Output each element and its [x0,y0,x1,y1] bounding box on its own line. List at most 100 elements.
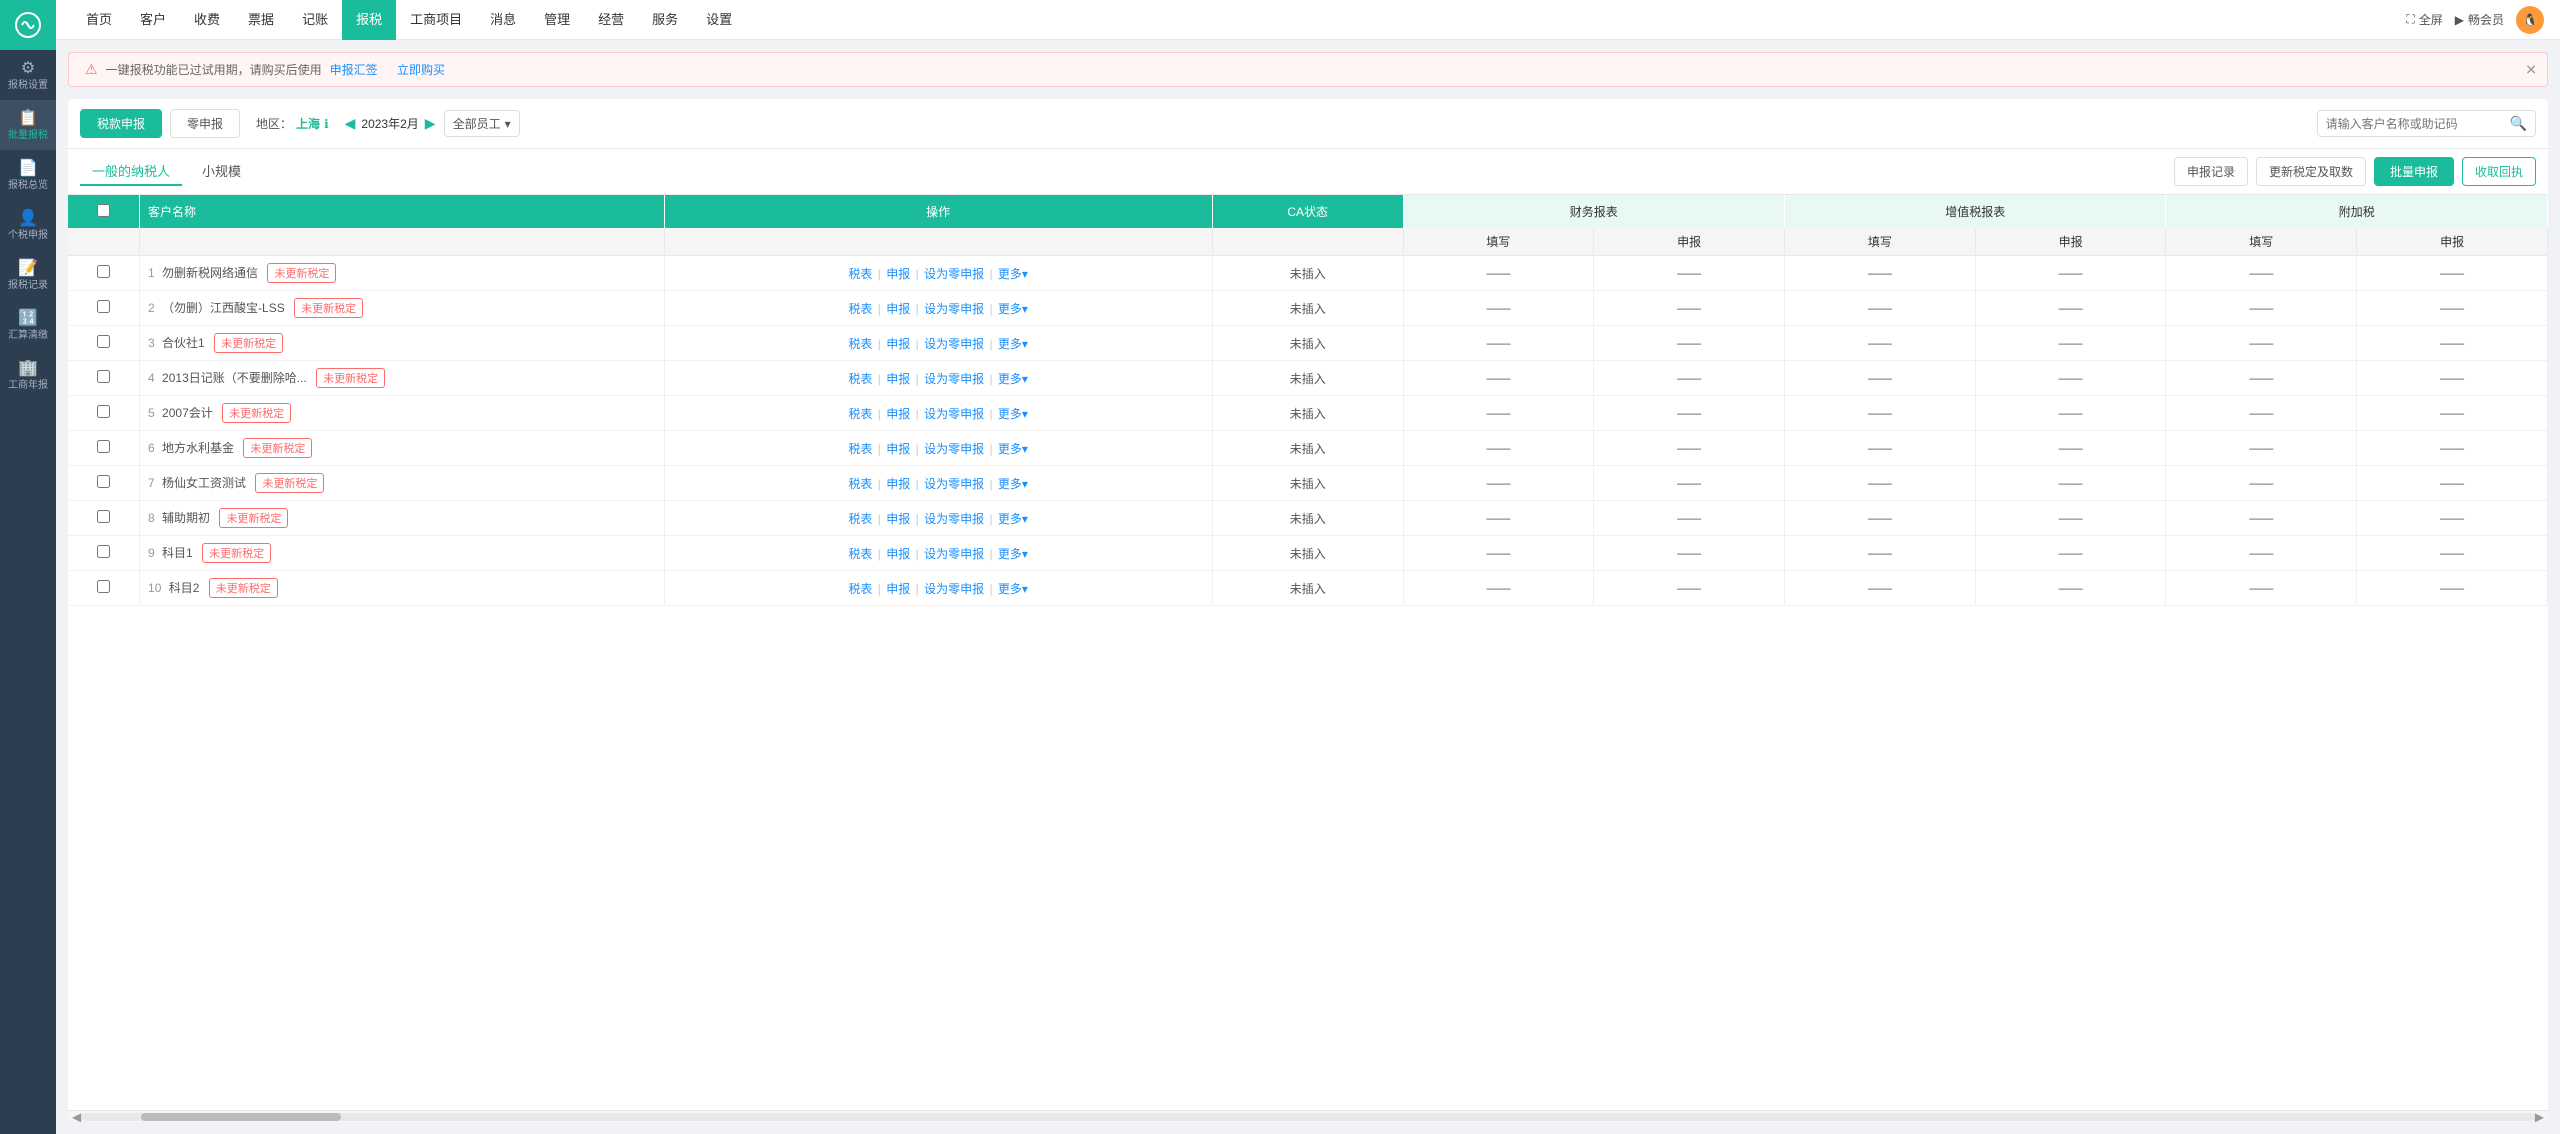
row-op-zero-4[interactable]: 设为零申报 [924,407,984,421]
row-select-4[interactable] [97,405,110,418]
row-op-zero-0[interactable]: 设为零申报 [924,267,984,281]
search-input[interactable] [2326,117,2506,131]
nav-operations[interactable]: 经营 [584,0,638,40]
tab-small-scale[interactable]: 小规模 [190,157,253,186]
row-select-8[interactable] [97,545,110,558]
row-op-more-0[interactable]: 更多▾ [998,267,1028,281]
row-checkbox-5[interactable] [68,431,140,466]
avatar[interactable]: 🐧 [2516,6,2544,34]
row-checkbox-9[interactable] [68,571,140,606]
scroll-thumb[interactable] [141,1113,341,1121]
date-next-button[interactable]: ▶ [425,115,436,132]
row-select-2[interactable] [97,335,110,348]
nav-business[interactable]: 工商项目 [396,0,476,40]
row-op-zero-5[interactable]: 设为零申报 [924,442,984,456]
row-op-tax-table-2[interactable]: 税表 [848,337,872,351]
nav-clients[interactable]: 客户 [126,0,180,40]
nav-accounting[interactable]: 记账 [288,0,342,40]
staff-filter[interactable]: 全部员工 ▾ [444,110,520,137]
scroll-right-arrow[interactable]: ▶ [2535,1110,2544,1123]
row-op-declare-4[interactable]: 申报 [886,407,910,421]
row-op-tax-table-1[interactable]: 税表 [848,302,872,316]
btn-declaration-record[interactable]: 申报记录 [2174,157,2248,186]
row-op-declare-8[interactable]: 申报 [886,547,910,561]
row-checkbox-6[interactable] [68,466,140,501]
sidebar-item-business-annual[interactable]: 🏢 工商年报 [0,350,56,400]
row-select-0[interactable] [97,265,110,278]
row-checkbox-8[interactable] [68,536,140,571]
btn-update-tax[interactable]: 更新税定及取数 [2256,157,2366,186]
scroll-left-arrow[interactable]: ◀ [72,1110,81,1123]
nav-messages[interactable]: 消息 [476,0,530,40]
row-op-tax-table-9[interactable]: 税表 [848,582,872,596]
date-prev-button[interactable]: ◀ [345,115,356,132]
row-op-more-2[interactable]: 更多▾ [998,337,1028,351]
nav-tax[interactable]: 报税 [342,0,396,40]
row-op-more-4[interactable]: 更多▾ [998,407,1028,421]
tab-tax-declaration[interactable]: 税款申报 [80,109,162,138]
row-select-9[interactable] [97,580,110,593]
nav-management[interactable]: 管理 [530,0,584,40]
row-checkbox-2[interactable] [68,326,140,361]
row-op-tax-table-7[interactable]: 税表 [848,512,872,526]
row-op-more-6[interactable]: 更多▾ [998,477,1028,491]
row-op-tax-table-6[interactable]: 税表 [848,477,872,491]
row-checkbox-3[interactable] [68,361,140,396]
row-op-zero-3[interactable]: 设为零申报 [924,372,984,386]
nav-invoices[interactable]: 票据 [234,0,288,40]
nav-home[interactable]: 首页 [72,0,126,40]
row-checkbox-0[interactable] [68,256,140,291]
row-op-declare-7[interactable]: 申报 [886,512,910,526]
row-select-7[interactable] [97,510,110,523]
nav-services[interactable]: 服务 [638,0,692,40]
row-op-more-3[interactable]: 更多▾ [998,372,1028,386]
row-op-tax-table-3[interactable]: 税表 [848,372,872,386]
row-op-zero-7[interactable]: 设为零申报 [924,512,984,526]
row-select-3[interactable] [97,370,110,383]
row-select-1[interactable] [97,300,110,313]
btn-collect-receipt[interactable]: 收取回执 [2462,157,2536,186]
fullscreen-button[interactable]: ⛶ 全屏 [2406,11,2442,28]
row-op-tax-table-5[interactable]: 税表 [848,442,872,456]
row-op-tax-table-4[interactable]: 税表 [848,407,872,421]
region-info-icon[interactable]: ℹ [324,117,329,131]
tab-general-taxpayer[interactable]: 一般的纳税人 [80,157,182,186]
member-button[interactable]: ▶ 畅会员 [2455,11,2504,28]
row-op-zero-8[interactable]: 设为零申报 [924,547,984,561]
row-op-more-8[interactable]: 更多▾ [998,547,1028,561]
row-op-more-5[interactable]: 更多▾ [998,442,1028,456]
row-op-zero-6[interactable]: 设为零申报 [924,477,984,491]
sidebar-item-batch-tax[interactable]: 📋 批量报税 [0,100,56,150]
search-icon[interactable]: 🔍 [2510,115,2527,132]
sidebar-item-tax-records[interactable]: 📝 报税记录 [0,250,56,300]
row-op-declare-3[interactable]: 申报 [886,372,910,386]
row-op-declare-0[interactable]: 申报 [886,267,910,281]
app-logo[interactable] [0,0,56,50]
select-all-checkbox[interactable] [97,204,110,217]
row-op-declare-6[interactable]: 申报 [886,477,910,491]
nav-settings[interactable]: 设置 [692,0,746,40]
row-op-zero-2[interactable]: 设为零申报 [924,337,984,351]
row-op-tax-table-0[interactable]: 税表 [848,267,872,281]
notice-link-report[interactable]: 申报汇签 [330,61,378,78]
nav-billing[interactable]: 收费 [180,0,234,40]
row-select-5[interactable] [97,440,110,453]
row-select-6[interactable] [97,475,110,488]
table-scroll-area[interactable]: 客户名称 操作 CA状态 财务报表 增值税报表 附加税 [68,195,2548,1110]
row-op-declare-1[interactable]: 申报 [886,302,910,316]
sidebar-item-tax-settings[interactable]: ⚙ 报税设置 [0,50,56,100]
row-op-declare-5[interactable]: 申报 [886,442,910,456]
row-op-more-7[interactable]: 更多▾ [998,512,1028,526]
notice-link-buy[interactable]: 立即购买 [397,61,445,78]
row-op-more-1[interactable]: 更多▾ [998,302,1028,316]
row-checkbox-1[interactable] [68,291,140,326]
sidebar-item-tax-overview[interactable]: 📄 报税总览 [0,150,56,200]
btn-batch-declaration[interactable]: 批量申报 [2374,157,2454,186]
row-op-tax-table-8[interactable]: 税表 [848,547,872,561]
row-op-zero-1[interactable]: 设为零申报 [924,302,984,316]
tab-zero-declaration[interactable]: 零申报 [170,109,240,138]
row-checkbox-7[interactable] [68,501,140,536]
notice-close-button[interactable]: ✕ [2525,61,2537,78]
row-checkbox-4[interactable] [68,396,140,431]
row-op-more-9[interactable]: 更多▾ [998,582,1028,596]
